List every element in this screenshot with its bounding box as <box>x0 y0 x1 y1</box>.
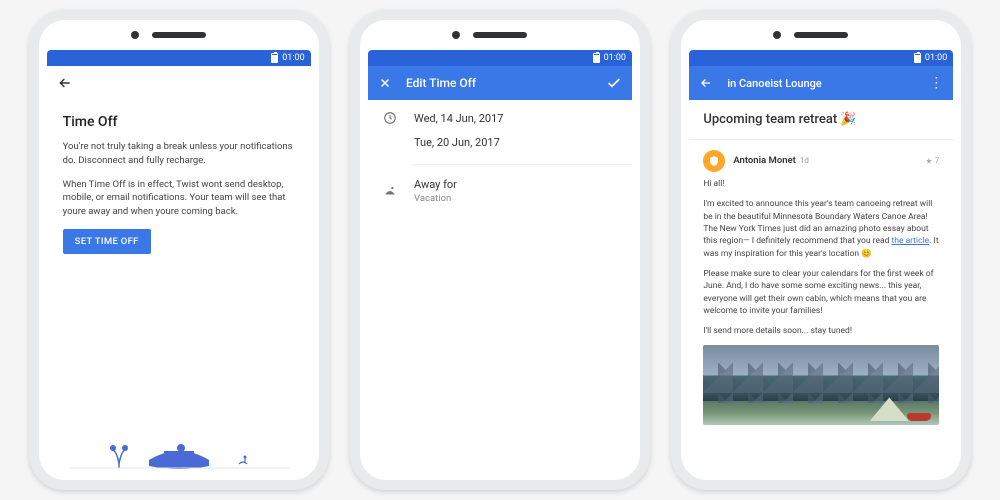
post-greeting: Hi all! <box>703 178 939 190</box>
screen: 01:00 Edit Time Off Wed, 14 Jun, 2017 Tu… <box>368 50 632 472</box>
status-time: 01:00 <box>604 53 626 63</box>
status-time: 01:00 <box>282 53 304 63</box>
pin-indicator[interactable]: 7 <box>925 155 940 167</box>
status-time: 01:00 <box>925 53 947 63</box>
attached-photo[interactable] <box>703 345 939 425</box>
intro-paragraph-1: You're not truly taking a break unless y… <box>63 140 295 168</box>
phone-frame: 01:00 in Canoeist Lounge ⋮ Upcoming team… <box>671 10 971 490</box>
intro-paragraph-2: When Time Off is in effect, Twist wont s… <box>63 178 295 219</box>
post-paragraph-2: Please make sure to clear your calendars… <box>703 268 939 317</box>
content-area: Time Off You're not truly taking a break… <box>47 100 311 472</box>
battery-icon <box>914 53 921 63</box>
battery-icon <box>271 53 278 63</box>
confirm-check-icon[interactable] <box>606 75 622 91</box>
end-date-row[interactable]: Tue, 20 Jun, 2017 <box>368 136 632 160</box>
author-name[interactable]: Antonia Monet1d <box>733 154 809 168</box>
post-paragraph-3: I'll send more details soon... stay tune… <box>703 325 939 337</box>
status-bar: 01:00 <box>689 50 953 66</box>
phone-frame: 01:00 Time Off You're not truly taking a… <box>29 10 329 490</box>
content-area: Wed, 14 Jun, 2017 Tue, 20 Jun, 2017 Away… <box>368 100 632 472</box>
back-arrow-icon[interactable] <box>699 76 713 90</box>
article-link[interactable]: the article <box>891 236 929 246</box>
screen: 01:00 in Canoeist Lounge ⋮ Upcoming team… <box>689 50 953 472</box>
away-for-value: Vacation <box>414 193 457 204</box>
start-date-row[interactable]: Wed, 14 Jun, 2017 <box>368 100 632 136</box>
screen: 01:00 Time Off You're not truly taking a… <box>47 50 311 472</box>
phone-speaker <box>794 32 848 38</box>
close-icon[interactable] <box>378 76 392 90</box>
phone-camera <box>452 31 460 39</box>
app-bar: Edit Time Off <box>368 66 632 100</box>
app-bar-title: Edit Time Off <box>406 76 476 90</box>
vacation-icon <box>382 184 398 198</box>
post: Antonia Monet1d 7 Hi all! I'm excited to… <box>689 140 953 435</box>
thread-title: Upcoming team retreat 🎉 <box>689 100 953 140</box>
status-bar: 01:00 <box>368 50 632 66</box>
away-for-row[interactable]: Away for Vacation <box>368 167 632 215</box>
app-bar <box>47 66 311 100</box>
channel-name[interactable]: in Canoeist Lounge <box>727 77 821 90</box>
battery-icon <box>593 53 600 63</box>
away-for-label: Away for <box>414 178 457 191</box>
app-bar: in Canoeist Lounge ⋮ <box>689 66 953 100</box>
phone-speaker <box>473 32 527 38</box>
page-title: Time Off <box>63 114 295 130</box>
author-avatar[interactable] <box>703 150 725 172</box>
phone-camera <box>131 31 139 39</box>
set-time-off-button[interactable]: SET TIME OFF <box>63 229 151 254</box>
phone-frame: 01:00 Edit Time Off Wed, 14 Jun, 2017 Tu… <box>350 10 650 490</box>
clock-icon <box>382 111 398 125</box>
end-date-value: Tue, 20 Jun, 2017 <box>414 136 500 149</box>
post-paragraph-1: I'm excited to announce this year's team… <box>703 198 939 260</box>
phone-camera <box>773 31 781 39</box>
start-date-value: Wed, 14 Jun, 2017 <box>414 112 503 125</box>
relax-illustration <box>47 402 311 472</box>
back-arrow-icon[interactable] <box>57 75 73 91</box>
status-bar: 01:00 <box>47 50 311 66</box>
content-area: Upcoming team retreat 🎉 Antonia Monet1d … <box>689 100 953 472</box>
phone-speaker <box>152 32 206 38</box>
post-time: 1d <box>800 156 809 165</box>
overflow-menu-icon[interactable]: ⋮ <box>929 76 943 90</box>
post-header: Antonia Monet1d 7 <box>703 150 939 172</box>
divider <box>412 164 632 165</box>
